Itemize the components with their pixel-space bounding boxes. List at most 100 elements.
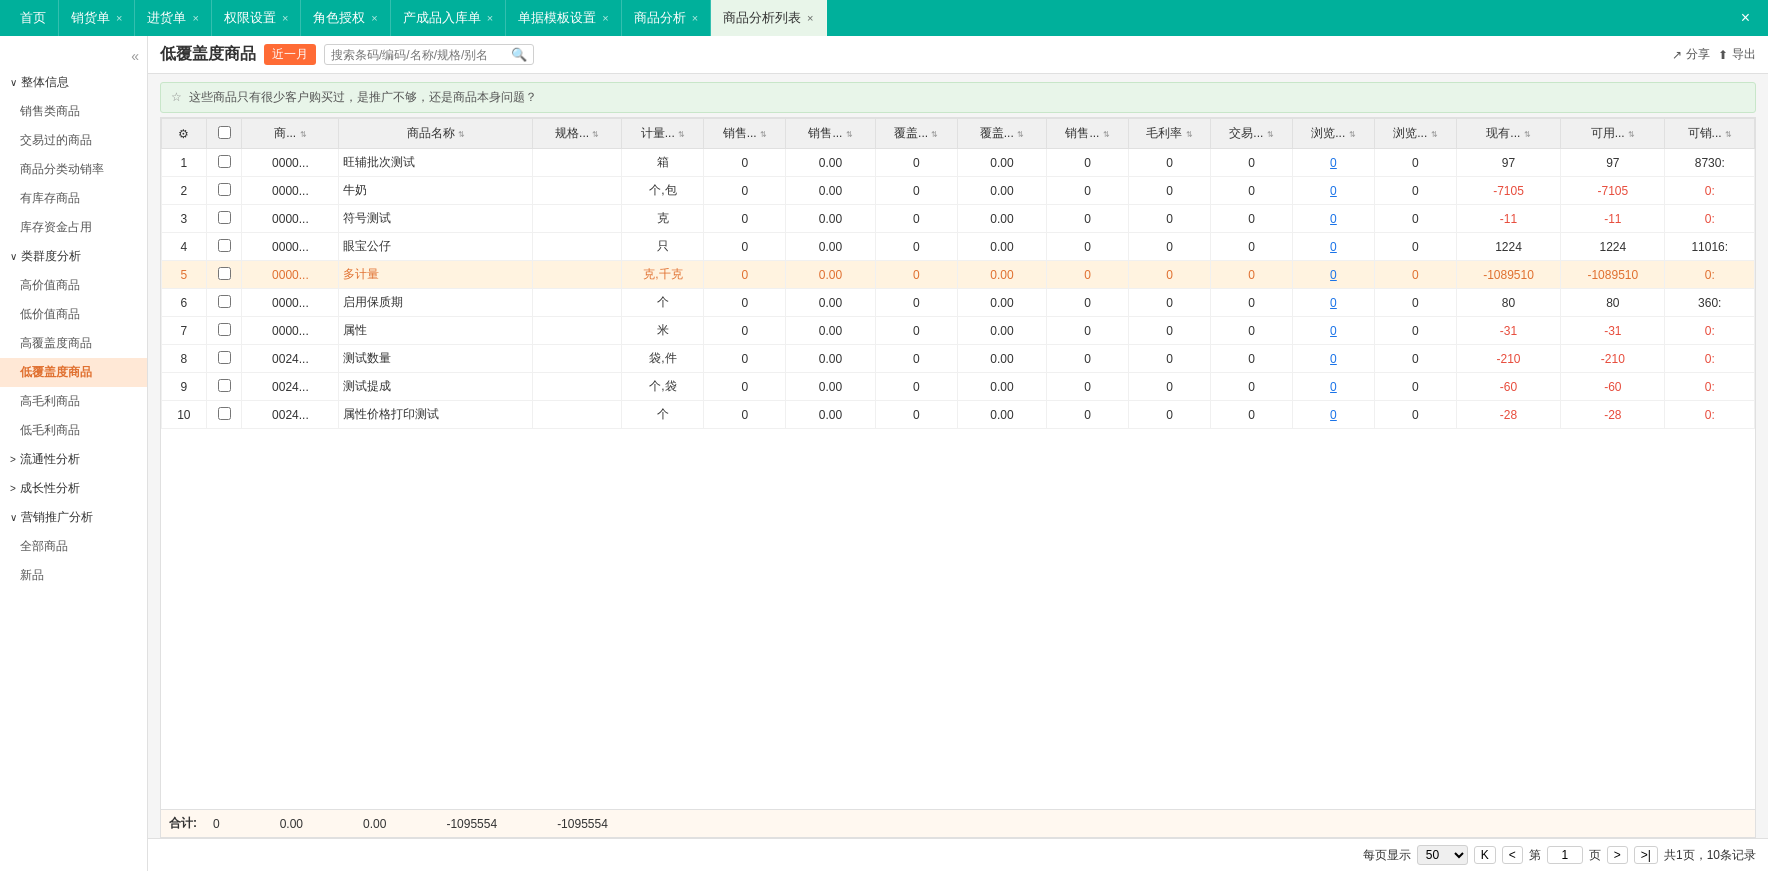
- page-title: 低覆盖度商品: [160, 44, 256, 65]
- window-close-button[interactable]: ×: [1731, 9, 1760, 27]
- sidebar-item-低毛利商品[interactable]: 低毛利商品: [0, 416, 147, 445]
- nav-tab-角色授权[interactable]: 角色授权×: [301, 0, 390, 36]
- pagination-bar: 每页显示 50 100 200 K < 第 页 > >| 共1页，10条记录: [148, 838, 1768, 871]
- footer-col1: 0: [213, 817, 220, 831]
- col-gross: 毛利率 ⇅: [1129, 119, 1211, 149]
- tab-close-icon[interactable]: ×: [116, 12, 122, 24]
- col-cover2: 覆盖... ⇅: [957, 119, 1046, 149]
- sidebar-item-高价值商品[interactable]: 高价值商品: [0, 271, 147, 300]
- col-checkbox: [206, 119, 242, 149]
- table-header-row: ⚙ 商... ⇅ 商品名称 ⇅ 规格... ⇅ 计量... ⇅ 销售... ⇅ …: [162, 119, 1755, 149]
- page-size-select[interactable]: 50 100 200: [1417, 845, 1468, 865]
- sidebar-section-整体信息[interactable]: ∨整体信息: [0, 68, 147, 97]
- footer-col5: -1095554: [557, 817, 608, 831]
- section-arrow-icon: >: [10, 483, 16, 494]
- nav-tab-商品分析列表[interactable]: 商品分析列表×: [711, 0, 826, 36]
- table-row: 50000...多计量克,千克00.0000.0000000-1089510-1…: [162, 261, 1755, 289]
- tab-close-icon[interactable]: ×: [807, 12, 813, 24]
- search-box: 🔍: [324, 44, 534, 65]
- sidebar-section-成长性分析[interactable]: >成长性分析: [0, 474, 147, 503]
- footer-col3: 0.00: [363, 817, 386, 831]
- tab-close-icon[interactable]: ×: [192, 12, 198, 24]
- content-header: 低覆盖度商品 近一月 🔍 ↗ 分享 ⬆ 导出: [148, 36, 1768, 74]
- col-spec: 规格... ⇅: [533, 119, 622, 149]
- col-code: 商... ⇅: [242, 119, 339, 149]
- page-number-input[interactable]: [1547, 846, 1583, 864]
- select-all-checkbox[interactable]: [218, 126, 231, 139]
- sidebar-section-营销推广分析[interactable]: ∨营销推广分析: [0, 503, 147, 532]
- col-stock2: 可用... ⇅: [1561, 119, 1665, 149]
- info-icon: ☆: [171, 90, 182, 104]
- data-table: ⚙ 商... ⇅ 商品名称 ⇅ 规格... ⇅ 计量... ⇅ 销售... ⇅ …: [161, 118, 1755, 429]
- col-trade: 交易... ⇅: [1211, 119, 1293, 149]
- sidebar-collapse-button[interactable]: «: [0, 44, 147, 68]
- sidebar-item-交易过的商品[interactable]: 交易过的商品: [0, 126, 147, 155]
- row-checkbox[interactable]: [218, 183, 231, 196]
- nav-tab-进货单[interactable]: 进货单×: [135, 0, 211, 36]
- sidebar-item-新品[interactable]: 新品: [0, 561, 147, 590]
- footer-col2: 0.00: [280, 817, 303, 831]
- row-checkbox[interactable]: [218, 295, 231, 308]
- sidebar-item-高覆盖度商品[interactable]: 高覆盖度商品: [0, 329, 147, 358]
- col-browse1: 浏览... ⇅: [1292, 119, 1374, 149]
- search-icon[interactable]: 🔍: [511, 47, 527, 62]
- share-button[interactable]: ↗ 分享: [1672, 46, 1710, 63]
- table-row: 70000...属性米00.0000.0000000-31-310:: [162, 317, 1755, 345]
- nav-tab-产成品入库单[interactable]: 产成品入库单×: [391, 0, 506, 36]
- nav-tab-销货单[interactable]: 销货单×: [59, 0, 135, 36]
- sidebar-item-商品分类动销率[interactable]: 商品分类动销率: [0, 155, 147, 184]
- sidebar-item-有库存商品[interactable]: 有库存商品: [0, 184, 147, 213]
- sidebar-item-高毛利商品[interactable]: 高毛利商品: [0, 387, 147, 416]
- table-container: ⚙ 商... ⇅ 商品名称 ⇅ 规格... ⇅ 计量... ⇅ 销售... ⇅ …: [160, 117, 1756, 810]
- sidebar-section-流通性分析[interactable]: >流通性分析: [0, 445, 147, 474]
- row-checkbox[interactable]: [218, 155, 231, 168]
- tab-close-icon[interactable]: ×: [371, 12, 377, 24]
- last-page-button[interactable]: >|: [1634, 846, 1658, 864]
- nav-tab-权限设置[interactable]: 权限设置×: [212, 0, 301, 36]
- tab-close-icon[interactable]: ×: [692, 12, 698, 24]
- page-of-label: 页: [1589, 847, 1601, 864]
- table-row: 20000...牛奶个,包00.0000.0000000-7105-71050:: [162, 177, 1755, 205]
- date-filter-button[interactable]: 近一月: [264, 44, 316, 65]
- sidebar-item-库存资金占用[interactable]: 库存资金占用: [0, 213, 147, 242]
- row-checkbox[interactable]: [218, 239, 231, 252]
- col-stock3: 可销... ⇅: [1665, 119, 1755, 149]
- table-row: 100024...属性价格打印测试个00.0000.0000000-28-280…: [162, 401, 1755, 429]
- row-checkbox[interactable]: [218, 351, 231, 364]
- table-row: 80024...测试数量袋,件00.0000.0000000-210-2100:: [162, 345, 1755, 373]
- next-page-button[interactable]: >: [1607, 846, 1628, 864]
- nav-tab-单据模板设置[interactable]: 单据模板设置×: [506, 0, 621, 36]
- prev-page-button[interactable]: <: [1502, 846, 1523, 864]
- row-checkbox[interactable]: [218, 323, 231, 336]
- export-button[interactable]: ⬆ 导出: [1718, 46, 1756, 63]
- sidebar-item-全部商品[interactable]: 全部商品: [0, 532, 147, 561]
- col-browse2: 浏览... ⇅: [1374, 119, 1456, 149]
- export-icon: ⬆: [1718, 48, 1728, 62]
- row-checkbox[interactable]: [218, 211, 231, 224]
- tab-close-icon[interactable]: ×: [487, 12, 493, 24]
- sidebar-item-低价值商品[interactable]: 低价值商品: [0, 300, 147, 329]
- search-input[interactable]: [331, 48, 511, 62]
- col-unit: 计量... ⇅: [622, 119, 704, 149]
- sidebar-section-类群度分析[interactable]: ∨类群度分析: [0, 242, 147, 271]
- nav-tab-首页[interactable]: 首页: [8, 0, 59, 36]
- share-icon: ↗: [1672, 48, 1682, 62]
- section-arrow-icon: ∨: [10, 251, 17, 262]
- nav-tab-商品分析[interactable]: 商品分析×: [622, 0, 711, 36]
- table-row: 30000...符号测试克00.0000.0000000-11-110:: [162, 205, 1755, 233]
- row-checkbox[interactable]: [218, 267, 231, 280]
- tab-close-icon[interactable]: ×: [602, 12, 608, 24]
- first-page-button[interactable]: K: [1474, 846, 1496, 864]
- table-row: 40000...眼宝公仔只00.0000.0000000122412241101…: [162, 233, 1755, 261]
- table-footer: 合计: 0 0.00 0.00 -1095554 -1095554: [160, 810, 1756, 838]
- row-checkbox[interactable]: [218, 407, 231, 420]
- section-arrow-icon: ∨: [10, 77, 17, 88]
- row-checkbox[interactable]: [218, 379, 231, 392]
- col-settings[interactable]: ⚙: [162, 119, 207, 149]
- sidebar-item-销售类商品[interactable]: 销售类商品: [0, 97, 147, 126]
- sidebar-item-低覆盖度商品[interactable]: 低覆盖度商品: [0, 358, 147, 387]
- table-row: 10000...旺辅批次测试箱00.0000.000000097978730:: [162, 149, 1755, 177]
- page-label: 第: [1529, 847, 1541, 864]
- info-bar: ☆ 这些商品只有很少客户购买过，是推广不够，还是商品本身问题？: [160, 82, 1756, 113]
- tab-close-icon[interactable]: ×: [282, 12, 288, 24]
